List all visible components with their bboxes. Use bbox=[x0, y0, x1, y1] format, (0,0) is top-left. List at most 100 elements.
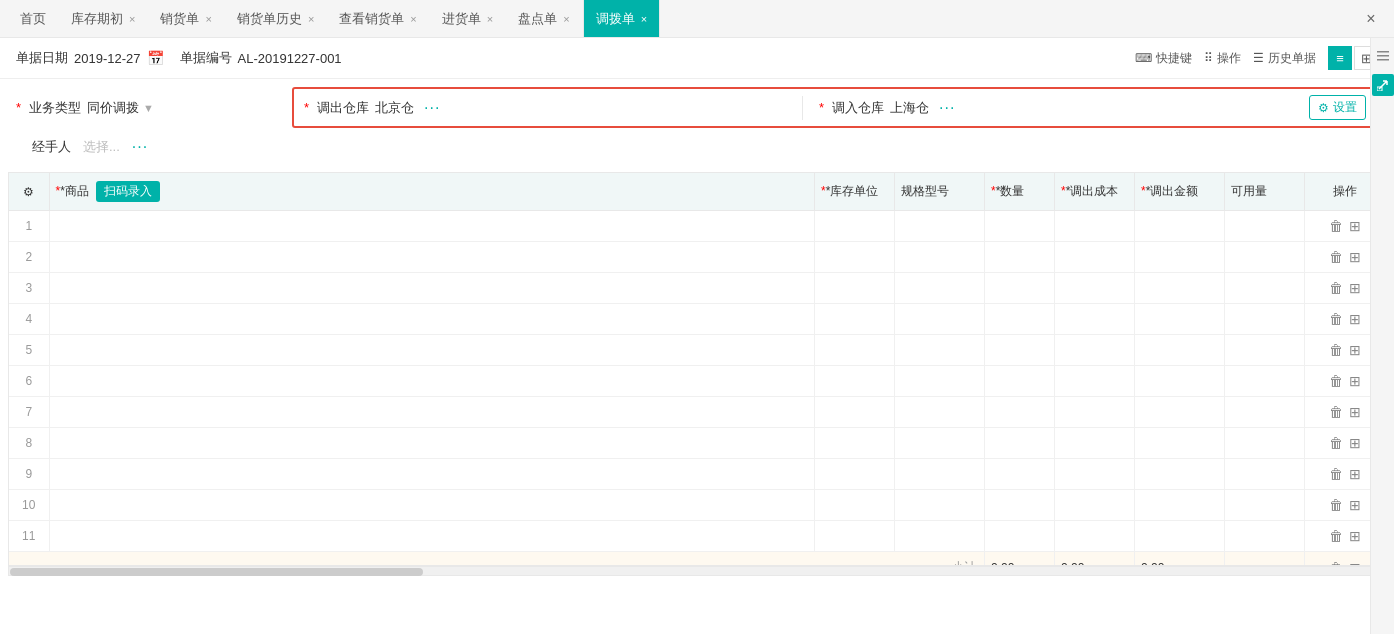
row-unit-7[interactable] bbox=[815, 397, 895, 428]
tab-close-transfer[interactable]: × bbox=[641, 13, 647, 25]
row-spec-1[interactable] bbox=[895, 211, 985, 242]
row-qty-2[interactable] bbox=[985, 242, 1055, 273]
scan-entry-btn[interactable]: 扫码录入 bbox=[96, 181, 160, 202]
tab-transfer[interactable]: 调拨单 × bbox=[583, 0, 660, 37]
row-available-1[interactable] bbox=[1225, 211, 1305, 242]
copy-icon[interactable]: ⊞ bbox=[1349, 404, 1361, 420]
view-list-btn[interactable]: ≡ bbox=[1328, 46, 1352, 70]
operations-btn[interactable]: ⠿ 操作 bbox=[1204, 50, 1241, 67]
delete-icon[interactable]: 🗑 bbox=[1329, 249, 1343, 265]
row-cost-10[interactable] bbox=[1055, 490, 1135, 521]
row-available-6[interactable] bbox=[1225, 366, 1305, 397]
delete-icon[interactable]: 🗑 bbox=[1329, 373, 1343, 389]
row-product-9[interactable] bbox=[49, 459, 815, 490]
row-product-4[interactable] bbox=[49, 304, 815, 335]
row-spec-3[interactable] bbox=[895, 273, 985, 304]
row-qty-8[interactable] bbox=[985, 428, 1055, 459]
row-available-9[interactable] bbox=[1225, 459, 1305, 490]
delete-icon[interactable]: 🗑 bbox=[1329, 466, 1343, 482]
row-spec-8[interactable] bbox=[895, 428, 985, 459]
delete-icon[interactable]: 🗑 bbox=[1329, 218, 1343, 234]
row-unit-2[interactable] bbox=[815, 242, 895, 273]
row-cost-7[interactable] bbox=[1055, 397, 1135, 428]
tab-close-sales-order[interactable]: × bbox=[205, 13, 211, 25]
warehouse-out-dots[interactable]: ··· bbox=[424, 99, 440, 117]
row-cost-1[interactable] bbox=[1055, 211, 1135, 242]
copy-icon[interactable]: ⊞ bbox=[1349, 342, 1361, 358]
row-qty-1[interactable] bbox=[985, 211, 1055, 242]
row-spec-7[interactable] bbox=[895, 397, 985, 428]
delete-icon[interactable]: 🗑 bbox=[1329, 280, 1343, 296]
row-spec-9[interactable] bbox=[895, 459, 985, 490]
tab-close-view-sales[interactable]: × bbox=[410, 13, 416, 25]
row-product-7[interactable] bbox=[49, 397, 815, 428]
tab-close-purchase-order[interactable]: × bbox=[487, 13, 493, 25]
row-cost-8[interactable] bbox=[1055, 428, 1135, 459]
copy-icon[interactable]: ⊞ bbox=[1349, 249, 1361, 265]
row-amount-4[interactable] bbox=[1135, 304, 1225, 335]
row-spec-4[interactable] bbox=[895, 304, 985, 335]
delete-icon[interactable]: 🗑 bbox=[1329, 528, 1343, 544]
copy-icon[interactable]: ⊞ bbox=[1349, 373, 1361, 389]
row-spec-6[interactable] bbox=[895, 366, 985, 397]
row-product-2[interactable] bbox=[49, 242, 815, 273]
row-qty-10[interactable] bbox=[985, 490, 1055, 521]
row-unit-8[interactable] bbox=[815, 428, 895, 459]
copy-icon[interactable]: ⊞ bbox=[1349, 497, 1361, 513]
copy-icon[interactable]: ⊞ bbox=[1349, 435, 1361, 451]
warehouse-in-value[interactable]: 上海仓 bbox=[890, 99, 929, 117]
history-btn[interactable]: ☰ 历史单据 bbox=[1253, 50, 1316, 67]
handler-select[interactable]: 选择... bbox=[83, 138, 120, 156]
row-spec-5[interactable] bbox=[895, 335, 985, 366]
row-cost-3[interactable] bbox=[1055, 273, 1135, 304]
copy-icon[interactable]: ⊞ bbox=[1349, 311, 1361, 327]
settings-btn[interactable]: ⚙ 设置 bbox=[1309, 95, 1366, 120]
row-available-2[interactable] bbox=[1225, 242, 1305, 273]
delete-icon[interactable]: 🗑 bbox=[1329, 311, 1343, 327]
row-qty-4[interactable] bbox=[985, 304, 1055, 335]
row-qty-3[interactable] bbox=[985, 273, 1055, 304]
row-amount-8[interactable] bbox=[1135, 428, 1225, 459]
row-product-6[interactable] bbox=[49, 366, 815, 397]
row-product-8[interactable] bbox=[49, 428, 815, 459]
row-unit-11[interactable] bbox=[815, 521, 895, 552]
row-amount-9[interactable] bbox=[1135, 459, 1225, 490]
tab-close-sales-history[interactable]: × bbox=[308, 13, 314, 25]
row-unit-5[interactable] bbox=[815, 335, 895, 366]
row-unit-6[interactable] bbox=[815, 366, 895, 397]
tab-close-stocktake[interactable]: × bbox=[563, 13, 569, 25]
row-amount-7[interactable] bbox=[1135, 397, 1225, 428]
business-type-select[interactable]: 同价调拨 ▼ bbox=[87, 99, 207, 117]
tab-sales-history[interactable]: 销货单历史 × bbox=[225, 0, 327, 37]
row-qty-7[interactable] bbox=[985, 397, 1055, 428]
row-unit-1[interactable] bbox=[815, 211, 895, 242]
row-amount-3[interactable] bbox=[1135, 273, 1225, 304]
row-cost-2[interactable] bbox=[1055, 242, 1135, 273]
sidebar-expand-icon[interactable] bbox=[1372, 74, 1394, 96]
row-product-10[interactable] bbox=[49, 490, 815, 521]
tab-sales-order[interactable]: 销货单 × bbox=[148, 0, 224, 37]
tab-close-inventory-init[interactable]: × bbox=[129, 13, 135, 25]
row-available-11[interactable] bbox=[1225, 521, 1305, 552]
row-amount-10[interactable] bbox=[1135, 490, 1225, 521]
row-cost-9[interactable] bbox=[1055, 459, 1135, 490]
sidebar-list-icon[interactable] bbox=[1373, 46, 1393, 66]
row-available-3[interactable] bbox=[1225, 273, 1305, 304]
tab-stocktake[interactable]: 盘点单 × bbox=[506, 0, 582, 37]
tab-home[interactable]: 首页 bbox=[8, 0, 59, 37]
row-qty-6[interactable] bbox=[985, 366, 1055, 397]
row-product-3[interactable] bbox=[49, 273, 815, 304]
row-product-1[interactable] bbox=[49, 211, 815, 242]
row-unit-4[interactable] bbox=[815, 304, 895, 335]
row-cost-6[interactable] bbox=[1055, 366, 1135, 397]
row-unit-9[interactable] bbox=[815, 459, 895, 490]
row-cost-11[interactable] bbox=[1055, 521, 1135, 552]
h-scrollbar[interactable] bbox=[8, 566, 1386, 576]
row-unit-10[interactable] bbox=[815, 490, 895, 521]
copy-icon[interactable]: ⊞ bbox=[1349, 280, 1361, 296]
row-cost-5[interactable] bbox=[1055, 335, 1135, 366]
row-product-11[interactable] bbox=[49, 521, 815, 552]
row-amount-6[interactable] bbox=[1135, 366, 1225, 397]
row-amount-11[interactable] bbox=[1135, 521, 1225, 552]
row-spec-2[interactable] bbox=[895, 242, 985, 273]
